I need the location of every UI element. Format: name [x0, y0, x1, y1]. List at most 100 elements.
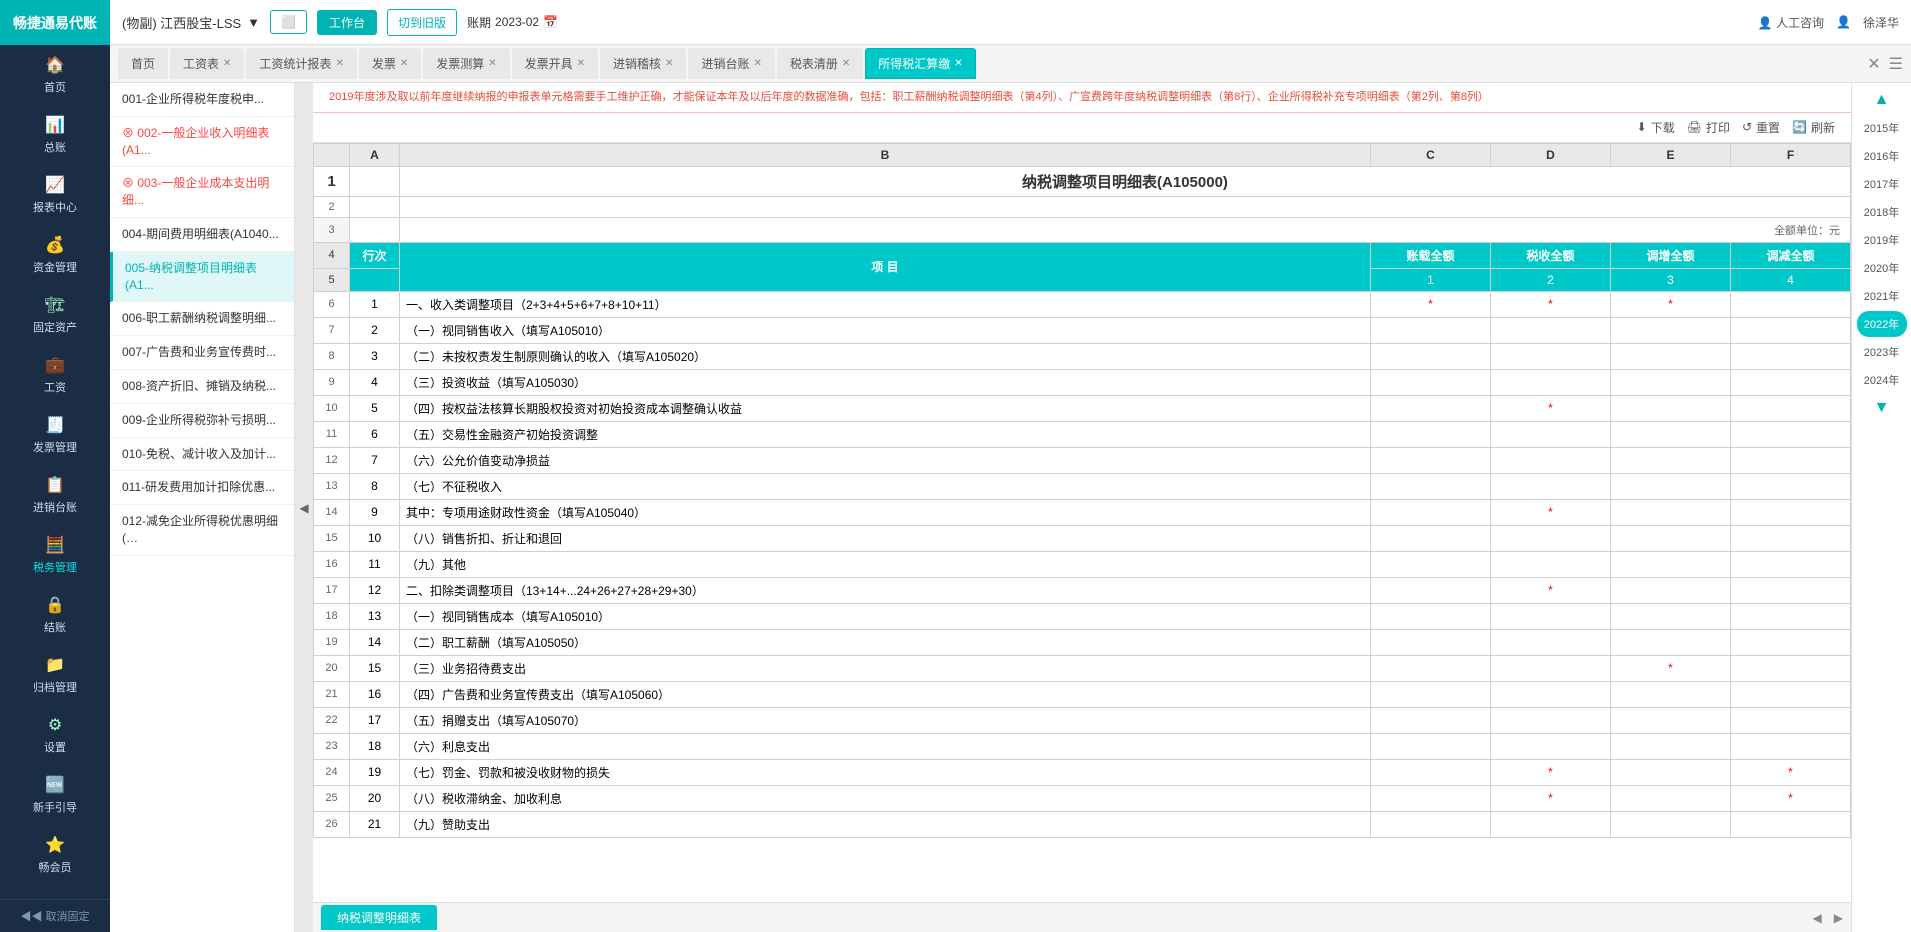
item-cell[interactable]: 其中：专项用途财政性资金（填写A105040）	[400, 499, 1371, 525]
cell[interactable]	[350, 196, 400, 217]
cell[interactable]	[1491, 811, 1611, 837]
year-item-2023年[interactable]: 2023年	[1857, 339, 1907, 365]
tab-进销台账[interactable]: 进销台账✕	[688, 48, 774, 79]
tab-发票[interactable]: 发票✕	[359, 48, 421, 79]
item-cell[interactable]: （七）罚金、罚款和被没收财物的损失	[400, 759, 1371, 785]
cell[interactable]: *	[1491, 395, 1611, 421]
scroll-right-icon[interactable]: ▶	[1834, 911, 1843, 925]
cell[interactable]: *	[1371, 291, 1491, 317]
cell[interactable]	[1371, 759, 1491, 785]
tab-close-icon[interactable]: ✕	[753, 58, 761, 69]
cell[interactable]	[1371, 785, 1491, 811]
cell[interactable]	[1611, 759, 1731, 785]
table-container[interactable]: A B C D E F 1 纳税调整项目明细表(A105000) 2 3 全额单…	[313, 143, 1851, 903]
cell[interactable]	[1371, 343, 1491, 369]
cell[interactable]	[1731, 291, 1851, 317]
cell[interactable]	[1491, 525, 1611, 551]
cell[interactable]	[1491, 551, 1611, 577]
bottom-tab-item[interactable]: 纳税调整明细表	[321, 905, 437, 930]
sidebar-item-guide[interactable]: 🆕新手引导	[0, 765, 110, 825]
year-item-2018年[interactable]: 2018年	[1857, 199, 1907, 225]
cell[interactable]	[1731, 369, 1851, 395]
item-cell[interactable]: （七）不征税收入	[400, 473, 1371, 499]
chevron-down-icon[interactable]: ▼	[247, 15, 260, 30]
left-item-003[interactable]: ⊗ 003-一般企业成本支出明细...	[110, 167, 294, 218]
user-service[interactable]: 👤 人工咨询	[1758, 14, 1824, 31]
cell[interactable]	[1371, 811, 1491, 837]
cell[interactable]	[1611, 369, 1731, 395]
item-cell[interactable]: （五）捐赠支出（填写A105070）	[400, 707, 1371, 733]
tab-close-icon[interactable]: ✕	[488, 58, 496, 69]
cell[interactable]	[1611, 629, 1731, 655]
cell[interactable]	[1611, 577, 1731, 603]
left-item-010[interactable]: 010-免税、减计收入及加计...	[110, 438, 294, 472]
cell[interactable]	[1371, 421, 1491, 447]
year-down-icon[interactable]: ▼	[1870, 395, 1894, 421]
cell[interactable]	[1731, 577, 1851, 603]
tab-close-icon[interactable]: ✕	[577, 58, 585, 69]
cell[interactable]	[350, 166, 400, 196]
item-cell[interactable]: （二）职工薪酬（填写A105050）	[400, 629, 1371, 655]
left-item-001[interactable]: 001-企业所得税年度税申...	[110, 83, 294, 117]
item-cell[interactable]: （九）其他	[400, 551, 1371, 577]
back-btn[interactable]: 切到旧版	[387, 9, 457, 36]
hangci-cell[interactable]: 1	[350, 291, 400, 317]
cell[interactable]	[1611, 707, 1731, 733]
cell[interactable]	[1491, 369, 1611, 395]
cell[interactable]	[1491, 473, 1611, 499]
hangci-cell[interactable]: 16	[350, 681, 400, 707]
sidebar-item-settings[interactable]: ⚙设置	[0, 705, 110, 765]
tab-close-icon[interactable]: ✕	[954, 58, 962, 69]
cell[interactable]: *	[1491, 577, 1611, 603]
left-item-008[interactable]: 008-资产折旧、摊销及纳税...	[110, 370, 294, 404]
sidebar-item-salary[interactable]: 💼工资	[0, 345, 110, 405]
cell[interactable]	[1731, 395, 1851, 421]
cell[interactable]	[1491, 603, 1611, 629]
tab-close-icon[interactable]: ✕	[842, 58, 850, 69]
workbench-btn[interactable]: 工作台	[317, 10, 377, 35]
hangci-cell[interactable]: 5	[350, 395, 400, 421]
cell[interactable]	[1371, 499, 1491, 525]
left-item-011[interactable]: 011-研发费用加计扣除优惠...	[110, 471, 294, 505]
item-cell[interactable]: （一）视同销售成本（填写A105010）	[400, 603, 1371, 629]
year-item-2022年[interactable]: 2022年	[1857, 311, 1907, 337]
item-cell[interactable]: （四）广告费和业务宣传费支出（填写A105060）	[400, 681, 1371, 707]
cell[interactable]	[1371, 577, 1491, 603]
hangci-cell[interactable]: 12	[350, 577, 400, 603]
hangci-cell[interactable]: 17	[350, 707, 400, 733]
hangci-cell[interactable]: 10	[350, 525, 400, 551]
cell[interactable]	[1731, 551, 1851, 577]
hangci-cell[interactable]: 6	[350, 421, 400, 447]
sidebar-item-tax[interactable]: 🧮税务管理	[0, 525, 110, 585]
tab-发票开具[interactable]: 发票开具✕	[512, 48, 598, 79]
left-item-006[interactable]: 006-职工薪酬纳税调整明细...	[110, 302, 294, 336]
year-up-icon[interactable]: ▲	[1870, 87, 1894, 113]
year-item-2019年[interactable]: 2019年	[1857, 227, 1907, 253]
cell[interactable]	[1371, 655, 1491, 681]
cell[interactable]	[1731, 317, 1851, 343]
cell[interactable]	[1611, 317, 1731, 343]
cell[interactable]	[1611, 343, 1731, 369]
item-cell[interactable]: （四）按权益法核算长期股权投资对初始投资成本调整确认收益	[400, 395, 1371, 421]
close-tab-btn[interactable]: ✕	[1867, 54, 1880, 74]
cell[interactable]	[1731, 499, 1851, 525]
item-cell[interactable]: （三）投资收益（填写A105030）	[400, 369, 1371, 395]
sidebar-item-fixed[interactable]: 🏗固定资产	[0, 285, 110, 345]
cell[interactable]: *	[1491, 499, 1611, 525]
cell[interactable]	[1371, 317, 1491, 343]
item-cell[interactable]: （三）业务招待费支出	[400, 655, 1371, 681]
left-item-012[interactable]: 012-减免企业所得税优惠明细(…	[110, 505, 294, 556]
sidebar-item-close[interactable]: 🔒结账	[0, 585, 110, 645]
tab-工资统计报表[interactable]: 工资统计报表✕	[246, 48, 356, 79]
cell[interactable]	[1371, 369, 1491, 395]
hangci-cell[interactable]: 14	[350, 629, 400, 655]
hangci-cell[interactable]: 19	[350, 759, 400, 785]
cell[interactable]	[1731, 447, 1851, 473]
copy-btn[interactable]: ⬜	[270, 10, 307, 34]
reset-btn[interactable]: ↺ 重置	[1742, 119, 1780, 136]
cell[interactable]	[1731, 681, 1851, 707]
print-btn[interactable]: 🖨 打印	[1687, 119, 1730, 136]
hangci-cell[interactable]: 15	[350, 655, 400, 681]
cell[interactable]	[1371, 733, 1491, 759]
sidebar-item-ledger2[interactable]: 📋进销台账	[0, 465, 110, 525]
